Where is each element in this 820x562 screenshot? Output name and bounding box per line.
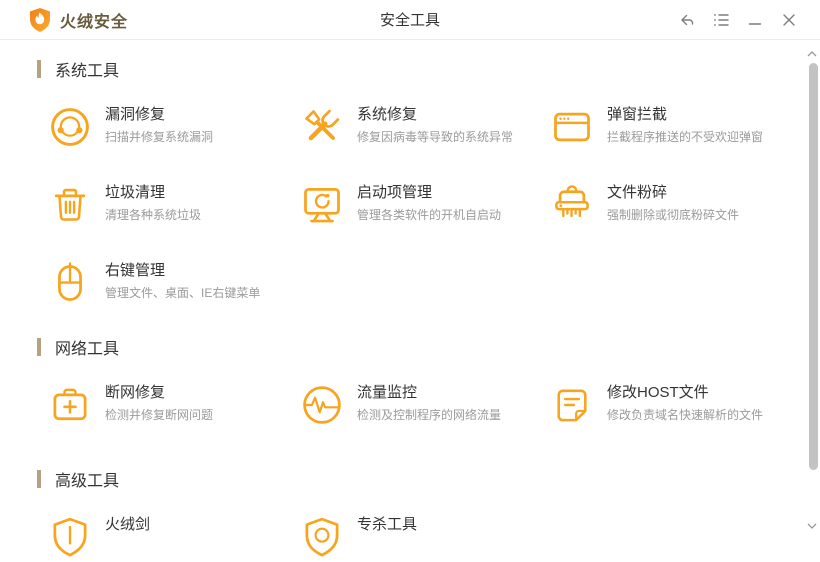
tool-desc: 修复因病毒等导致的系统异常 <box>357 130 514 144</box>
section-title: 高级工具 <box>55 473 120 490</box>
network-repair-icon <box>53 388 87 421</box>
scrollbar-thumb[interactable] <box>809 63 818 470</box>
tool-item-startup-manager[interactable]: 启动项管理 管理各类软件的开机自启动 <box>300 180 550 230</box>
right-click-manager-icon <box>58 262 82 301</box>
tool-title: 修改HOST文件 <box>607 384 709 401</box>
tool-title: 文件粉碎 <box>607 184 668 201</box>
section-accent-bar <box>37 338 41 356</box>
system-repair-icon <box>305 109 340 141</box>
junk-clean-icon <box>54 188 86 221</box>
tools-page: 系统工具 漏洞修复 扫描并修复系统漏洞 系统修复 修复因病毒等导致的系统异常 弹… <box>0 40 820 562</box>
section-header-system-tools: 系统工具 <box>37 58 820 80</box>
advanced-tools-grid: 火绒剑 专杀工具 <box>48 512 820 562</box>
tool-title: 漏洞修复 <box>105 106 166 123</box>
app-name: 火绒安全 <box>60 13 129 31</box>
close-icon[interactable] <box>772 0 806 40</box>
tool-item-popup-blocker[interactable]: 弹窗拦截 拦截程序推送的不受欢迎弹窗 <box>550 102 820 152</box>
section-accent-bar <box>37 60 41 78</box>
popup-blocker-icon <box>554 112 590 142</box>
back-icon[interactable] <box>670 0 704 40</box>
tool-item-huorong-sword[interactable]: 火绒剑 <box>48 512 300 562</box>
tool-item-system-repair[interactable]: 系统修复 修复因病毒等导致的系统异常 <box>300 102 550 152</box>
tool-item-right-click-manager[interactable]: 右键管理 管理文件、桌面、IE右键菜单 <box>48 258 300 308</box>
vulnerability-fix-icon <box>51 108 89 146</box>
tool-item-traffic-monitor[interactable]: 流量监控 检测及控制程序的网络流量 <box>300 380 550 430</box>
tool-title: 垃圾清理 <box>105 184 166 201</box>
tool-item-file-shredder[interactable]: 文件粉碎 强制删除或彻底粉碎文件 <box>550 180 820 230</box>
tool-title: 系统修复 <box>357 106 418 123</box>
system-tools-grid: 漏洞修复 扫描并修复系统漏洞 系统修复 修复因病毒等导致的系统异常 弹窗拦截 拦… <box>48 102 820 308</box>
tool-desc: 拦截程序推送的不受欢迎弹窗 <box>607 130 764 144</box>
app-logo: 火绒安全 <box>0 7 128 33</box>
section-header-advanced-tools: 高级工具 <box>37 468 820 490</box>
huorong-shield-flame-icon <box>30 7 50 32</box>
huorong-sword-shield-icon <box>53 517 87 557</box>
section-title: 网络工具 <box>55 341 120 358</box>
tool-desc: 检测并修复断网问题 <box>105 408 214 422</box>
tool-item-host-file[interactable]: 修改HOST文件 修改负责域名快速解析的文件 <box>550 380 820 430</box>
section-accent-bar <box>37 470 41 488</box>
tool-desc: 扫描并修复系统漏洞 <box>105 130 214 144</box>
network-tools-grid: 断网修复 检测并修复断网问题 流量监控 检测及控制程序的网络流量 修改HOST文… <box>48 380 820 430</box>
tool-desc: 检测及控制程序的网络流量 <box>357 408 502 422</box>
scrollbar[interactable] <box>803 40 820 540</box>
tool-title: 专杀工具 <box>357 516 418 533</box>
host-file-icon <box>557 389 587 422</box>
titlebar: 火绒安全 安全工具 <box>0 0 820 40</box>
section-header-network-tools: 网络工具 <box>37 336 820 358</box>
tool-desc: 清理各种系统垃圾 <box>105 208 202 222</box>
tool-desc: 强制删除或彻底粉碎文件 <box>607 208 740 222</box>
tool-title: 启动项管理 <box>357 184 433 201</box>
startup-manager-icon <box>304 188 340 223</box>
tool-title: 断网修复 <box>105 384 166 401</box>
window-controls <box>670 0 820 40</box>
tool-item-special-removal[interactable]: 专杀工具 <box>300 512 550 562</box>
scrollbar-up-arrow[interactable] <box>803 46 820 62</box>
scrollbar-down-arrow[interactable] <box>803 518 820 534</box>
section-title: 系统工具 <box>55 63 120 80</box>
tool-item-network-repair[interactable]: 断网修复 检测并修复断网问题 <box>48 380 300 430</box>
tool-desc: 管理各类软件的开机自启动 <box>357 208 502 222</box>
tool-desc: 管理文件、桌面、IE右键菜单 <box>105 286 261 300</box>
file-shredder-icon <box>555 185 589 218</box>
tool-title: 右键管理 <box>105 262 166 279</box>
minimize-icon[interactable] <box>738 0 772 40</box>
tool-item-vulnerability-fix[interactable]: 漏洞修复 扫描并修复系统漏洞 <box>48 102 300 152</box>
special-removal-shield-icon <box>305 517 339 557</box>
tool-title: 火绒剑 <box>105 516 151 533</box>
tool-title: 流量监控 <box>357 384 418 401</box>
tool-item-junk-clean[interactable]: 垃圾清理 清理各种系统垃圾 <box>48 180 300 230</box>
menu-list-icon[interactable] <box>704 0 738 40</box>
tool-desc: 修改负责域名快速解析的文件 <box>607 408 764 422</box>
tool-title: 弹窗拦截 <box>607 106 668 123</box>
traffic-monitor-icon <box>303 386 341 424</box>
